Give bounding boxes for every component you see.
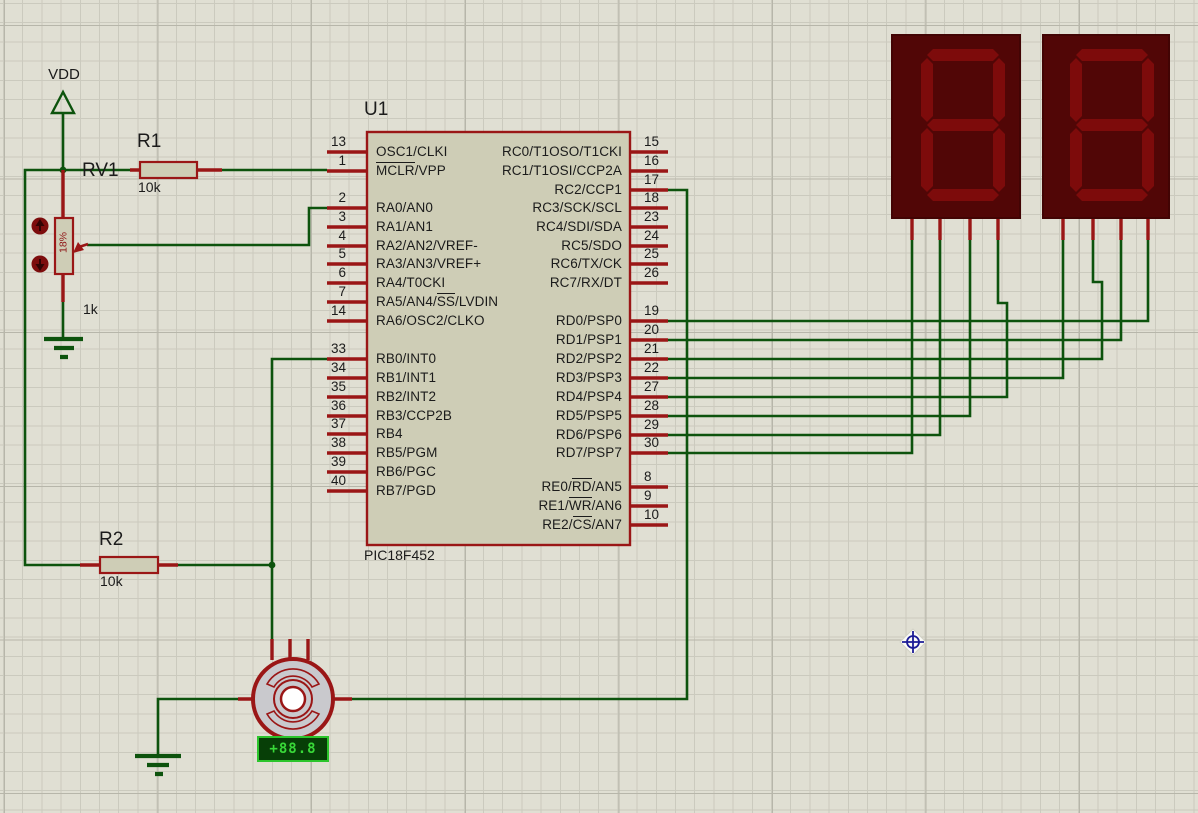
pin-number: 27 — [644, 380, 704, 394]
pin-number: 9 — [644, 489, 704, 503]
pin-number: 2 — [240, 191, 346, 205]
pin-number: 26 — [644, 266, 704, 280]
chip-designator: U1 — [364, 102, 388, 117]
pin-label: RD3/PSP3 — [380, 370, 622, 385]
pin-label: RB6/PGC — [376, 464, 436, 479]
pin-number: 39 — [240, 455, 346, 469]
pin-number: 28 — [644, 399, 704, 413]
seven-seg-display-2[interactable] — [1043, 35, 1169, 218]
rv1-designator: RV1 — [82, 163, 119, 178]
pin-number: 1 — [240, 154, 346, 168]
pin-label: RD4/PSP4 — [380, 389, 622, 404]
pin-label: RC3/SCK/SCL — [380, 200, 622, 215]
wire-rd1[interactable] — [668, 240, 1121, 340]
vdd-label: VDD — [42, 67, 86, 82]
pin-number: 13 — [240, 135, 346, 149]
wire-rd3[interactable] — [668, 240, 1063, 378]
pin-number: 15 — [644, 135, 704, 149]
pin-number: 20 — [644, 323, 704, 337]
pin-label: RE2/CS/AN7 — [380, 517, 622, 532]
pin-number: 36 — [240, 399, 346, 413]
pin-number: 29 — [644, 418, 704, 432]
pin-number: 8 — [644, 470, 704, 484]
pin-label: RC2/CCP1 — [380, 182, 622, 197]
wire-rd5[interactable] — [668, 240, 970, 416]
pin-number: 40 — [240, 474, 346, 488]
r2-designator: R2 — [99, 532, 123, 547]
schematic-canvas[interactable]: VDD R1 10k RV1 18% 1k R2 10k U1 PIC18F45… — [0, 0, 1198, 813]
pin-number: 10 — [644, 508, 704, 522]
pin-number: 37 — [240, 417, 346, 431]
wire-rd0[interactable] — [668, 240, 1148, 321]
pin-number: 14 — [240, 304, 346, 318]
r1-value: 10k — [138, 180, 161, 195]
ground-symbol-pot[interactable] — [44, 339, 83, 357]
rv1-value: 1k — [83, 302, 98, 317]
pin-label: RC4/SDI/SDA — [380, 219, 622, 234]
pin-number: 34 — [240, 361, 346, 375]
wire-rd7[interactable] — [668, 240, 912, 453]
pin-number: 23 — [644, 210, 704, 224]
pin-number: 33 — [240, 342, 346, 356]
pin-number: 22 — [644, 361, 704, 375]
wiper-arrowhead — [73, 242, 84, 253]
pin-number: 6 — [240, 266, 346, 280]
pin-number: 17 — [644, 173, 704, 187]
pin-label: RC0/T1OSO/T1CKI — [380, 144, 622, 159]
pin-number: 7 — [240, 285, 346, 299]
servo-motor[interactable] — [238, 639, 352, 739]
r2-value: 10k — [100, 574, 123, 589]
chip-part-number: PIC18F452 — [364, 548, 435, 563]
rv1-wiper-percent: 18% — [57, 225, 72, 261]
pin-label: RD2/PSP2 — [380, 351, 622, 366]
pin-label: RD0/PSP0 — [380, 313, 622, 328]
pin-number: 16 — [644, 154, 704, 168]
ground-symbol-motor[interactable] — [135, 756, 181, 774]
pin-number: 38 — [240, 436, 346, 450]
pin-number: 3 — [240, 210, 346, 224]
pin-label: RD5/PSP5 — [380, 408, 622, 423]
pin-label: RA5/AN4/SS/LVDIN — [376, 294, 498, 309]
pin-label: RC6/TX/CK — [380, 256, 622, 271]
wire-motor-to-ground[interactable] — [158, 699, 238, 755]
pin-label: RC1/T1OSI/CCP2A — [380, 163, 622, 178]
pin-number: 19 — [644, 304, 704, 318]
resistor-r1[interactable] — [130, 162, 222, 178]
pin-number: 35 — [240, 380, 346, 394]
schematic-graphics — [0, 0, 1198, 813]
resistor-r2[interactable] — [80, 557, 178, 573]
pin-number: 30 — [644, 436, 704, 450]
pin-label: RD1/PSP1 — [380, 332, 622, 347]
servo-angle-readout: +88.8 — [258, 742, 328, 757]
seven-seg-display-1[interactable] — [892, 35, 1020, 218]
wire-rd4[interactable] — [668, 240, 1007, 397]
pin-label: RD6/PSP6 — [380, 427, 622, 442]
pin-number: 25 — [644, 247, 704, 261]
pin-number: 4 — [240, 229, 346, 243]
pin-label: RE1/WR/AN6 — [380, 498, 622, 513]
pot-decrease-button[interactable] — [32, 256, 49, 273]
pin-number: 21 — [644, 342, 704, 356]
r1-designator: R1 — [137, 134, 161, 149]
pin-label: RD7/PSP7 — [380, 445, 622, 460]
pin-number: 24 — [644, 229, 704, 243]
pin-number: 18 — [644, 191, 704, 205]
pin-label: RC5/SDO — [380, 238, 622, 253]
placement-crosshair-marker — [900, 629, 926, 655]
pin-label: RC7/RX/DT — [380, 275, 622, 290]
pin-number: 5 — [240, 247, 346, 261]
pin-label: RE0/RD/AN5 — [380, 479, 622, 494]
pot-increase-button[interactable] — [32, 218, 49, 235]
wire-rd6[interactable] — [668, 240, 940, 435]
vdd-power-symbol[interactable] — [52, 92, 74, 113]
junction-dot — [269, 562, 276, 569]
